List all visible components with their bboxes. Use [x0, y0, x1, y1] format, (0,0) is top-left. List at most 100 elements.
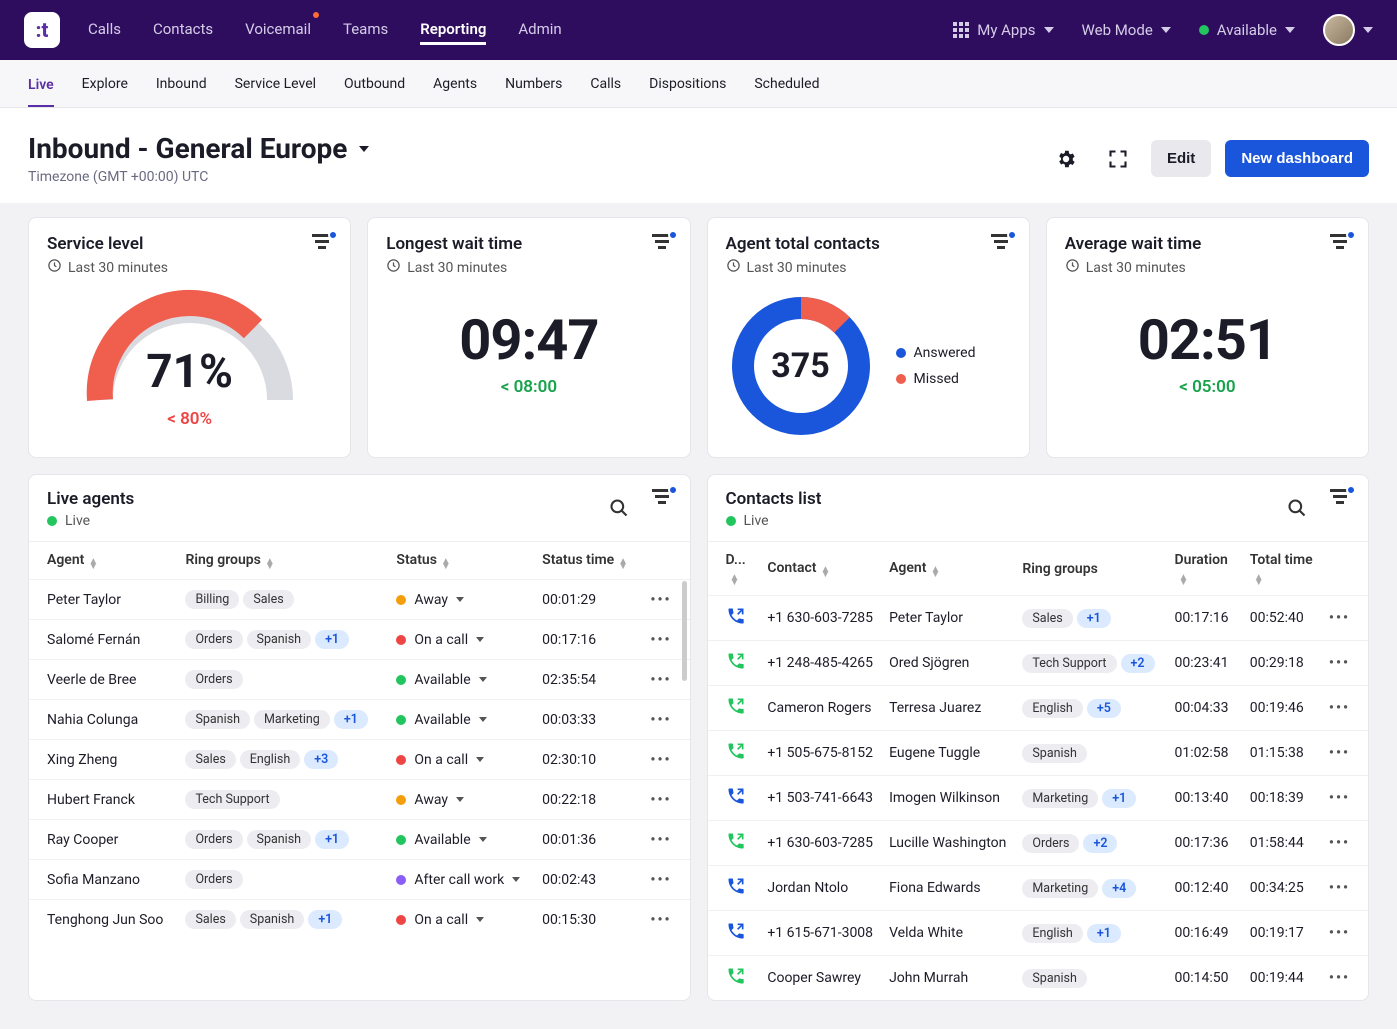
row-actions-button[interactable]: ••• — [1329, 745, 1350, 761]
card-filter-button[interactable] — [1330, 234, 1350, 254]
column-header[interactable]: Agent▲▼ — [29, 542, 177, 580]
table-filter-button[interactable] — [1330, 489, 1350, 527]
table-row[interactable]: +1 503-741-6643 Imogen Wilkinson Marketi… — [708, 776, 1369, 821]
tab-service-level[interactable]: Service Level — [235, 74, 316, 94]
my-apps-menu[interactable]: My Apps — [953, 21, 1053, 39]
row-actions-button[interactable]: ••• — [650, 592, 671, 608]
duration: 00:13:40 — [1167, 776, 1242, 821]
search-button[interactable] — [600, 489, 638, 527]
row-actions-button[interactable]: ••• — [650, 672, 671, 688]
card-contacts-list: Contacts list Live D...▲▼Contact▲▼Agent▲… — [707, 474, 1370, 1001]
table-row[interactable]: +1 630-603-7285 Peter Taylor Sales+1 00:… — [708, 596, 1369, 641]
table-row[interactable]: Veerle de Bree Orders Available 02:35:54… — [29, 660, 690, 700]
column-header[interactable]: D...▲▼ — [708, 542, 760, 596]
nav-teams[interactable]: Teams — [343, 16, 388, 45]
tab-numbers[interactable]: Numbers — [505, 74, 562, 94]
app-logo[interactable]: :t — [24, 12, 60, 48]
user-avatar-menu[interactable] — [1323, 14, 1373, 46]
settings-button[interactable] — [1047, 140, 1085, 178]
nav-voicemail[interactable]: Voicemail — [245, 16, 311, 45]
tab-agents[interactable]: Agents — [433, 74, 477, 94]
status-cell[interactable]: Available — [388, 700, 534, 740]
table-filter-button[interactable] — [652, 489, 672, 527]
total-time: 00:52:40 — [1242, 596, 1321, 641]
column-header[interactable]: Total time▲▼ — [1242, 542, 1321, 596]
row-actions-button[interactable]: ••• — [650, 832, 671, 848]
row-actions-button[interactable]: ••• — [1329, 835, 1350, 851]
status-cell[interactable]: Away — [388, 580, 534, 620]
table-row[interactable]: +1 615-671-3008 Velda White English+1 00… — [708, 911, 1369, 956]
chevron-down-icon — [476, 757, 484, 762]
card-title: Longest wait time — [386, 234, 522, 254]
row-actions-button[interactable]: ••• — [1329, 655, 1350, 671]
row-actions-button[interactable]: ••• — [1329, 970, 1350, 986]
tab-live[interactable]: Live — [28, 75, 54, 107]
nav-admin[interactable]: Admin — [518, 16, 561, 45]
tab-outbound[interactable]: Outbound — [344, 74, 405, 94]
nav-contacts[interactable]: Contacts — [153, 16, 213, 45]
status-cell[interactable]: Available — [388, 820, 534, 860]
tab-explore[interactable]: Explore — [82, 74, 128, 94]
new-dashboard-button[interactable]: New dashboard — [1225, 140, 1369, 177]
table-row[interactable]: Peter Taylor BillingSales Away 00:01:29 … — [29, 580, 690, 620]
table-row[interactable]: Cameron Rogers Terresa Juarez English+5 … — [708, 686, 1369, 731]
status-cell[interactable]: On a call — [388, 620, 534, 660]
chevron-down-icon — [476, 917, 484, 922]
contact: +1 630-603-7285 — [759, 821, 881, 866]
table-row[interactable]: Nahia Colunga SpanishMarketing+1 Availab… — [29, 700, 690, 740]
table-row[interactable]: Salomé Fernán OrdersSpanish+1 On a call … — [29, 620, 690, 660]
row-actions-button[interactable]: ••• — [650, 712, 671, 728]
table-row[interactable]: +1 630-603-7285 Lucille Washington Order… — [708, 821, 1369, 866]
card-filter-button[interactable] — [652, 234, 672, 254]
row-actions-button[interactable]: ••• — [650, 752, 671, 768]
row-actions-button[interactable]: ••• — [650, 912, 671, 928]
table-row[interactable]: +1 505-675-8152 Eugene Tuggle Spanish 01… — [708, 731, 1369, 776]
search-button[interactable] — [1278, 489, 1316, 527]
column-header[interactable]: Agent▲▼ — [881, 542, 1014, 596]
web-mode-menu[interactable]: Web Mode — [1082, 21, 1171, 39]
table-row[interactable]: Xing Zheng SalesEnglish+3 On a call 02:3… — [29, 740, 690, 780]
status-cell[interactable]: Away — [388, 780, 534, 820]
nav-reporting[interactable]: Reporting — [420, 16, 486, 45]
row-actions-button[interactable]: ••• — [650, 792, 671, 808]
column-header[interactable]: Duration▲▼ — [1167, 542, 1242, 596]
table-row[interactable]: +1 248-485-4265 Ored Sjögren Tech Suppor… — [708, 641, 1369, 686]
agent-name: Nahia Colunga — [29, 700, 177, 740]
status-cell[interactable]: On a call — [388, 740, 534, 780]
tab-inbound[interactable]: Inbound — [156, 74, 207, 94]
row-actions-button[interactable]: ••• — [1329, 880, 1350, 896]
edit-button[interactable]: Edit — [1151, 140, 1211, 177]
tab-scheduled[interactable]: Scheduled — [754, 74, 819, 94]
table-row[interactable]: Ray Cooper OrdersSpanish+1 Available 00:… — [29, 820, 690, 860]
row-actions-button[interactable]: ••• — [650, 872, 671, 888]
title-dropdown-icon[interactable] — [359, 146, 369, 152]
card-filter-button[interactable] — [991, 234, 1011, 254]
chevron-down-icon — [479, 837, 487, 842]
status-cell[interactable]: After call work — [388, 860, 534, 900]
column-header[interactable]: Status▲▼ — [388, 542, 534, 580]
row-actions-button[interactable]: ••• — [1329, 700, 1350, 716]
fullscreen-button[interactable] — [1099, 140, 1137, 178]
presence-status-menu[interactable]: Available — [1199, 21, 1295, 39]
row-actions-button[interactable]: ••• — [1329, 610, 1350, 626]
table-row[interactable]: Jordan Ntolo Fiona Edwards Marketing+4 0… — [708, 866, 1369, 911]
card-filter-button[interactable] — [312, 234, 332, 254]
column-header[interactable]: Contact▲▼ — [759, 542, 881, 596]
tab-dispositions[interactable]: Dispositions — [649, 74, 726, 94]
status-cell[interactable]: Available — [388, 660, 534, 700]
column-header[interactable]: Ring groups — [1014, 542, 1166, 596]
column-header[interactable]: Status time▲▼ — [534, 542, 640, 580]
table-row[interactable]: Sofia Manzano Orders After call work 00:… — [29, 860, 690, 900]
direction — [708, 776, 760, 821]
row-actions-button[interactable]: ••• — [1329, 790, 1350, 806]
table-row[interactable]: Cooper Sawrey John Murrah Spanish 00:14:… — [708, 956, 1369, 1001]
tab-calls[interactable]: Calls — [590, 74, 621, 94]
column-header[interactable]: Ring groups▲▼ — [177, 542, 388, 580]
table-row[interactable]: Hubert Franck Tech Support Away 00:22:18… — [29, 780, 690, 820]
nav-calls[interactable]: Calls — [88, 16, 121, 45]
row-actions-button[interactable]: ••• — [650, 632, 671, 648]
status-cell[interactable]: On a call — [388, 900, 534, 940]
row-actions-button[interactable]: ••• — [1329, 925, 1350, 941]
donut-value: 375 — [726, 291, 876, 441]
table-row[interactable]: Tenghong Jun Soo SalesSpanish+1 On a cal… — [29, 900, 690, 940]
